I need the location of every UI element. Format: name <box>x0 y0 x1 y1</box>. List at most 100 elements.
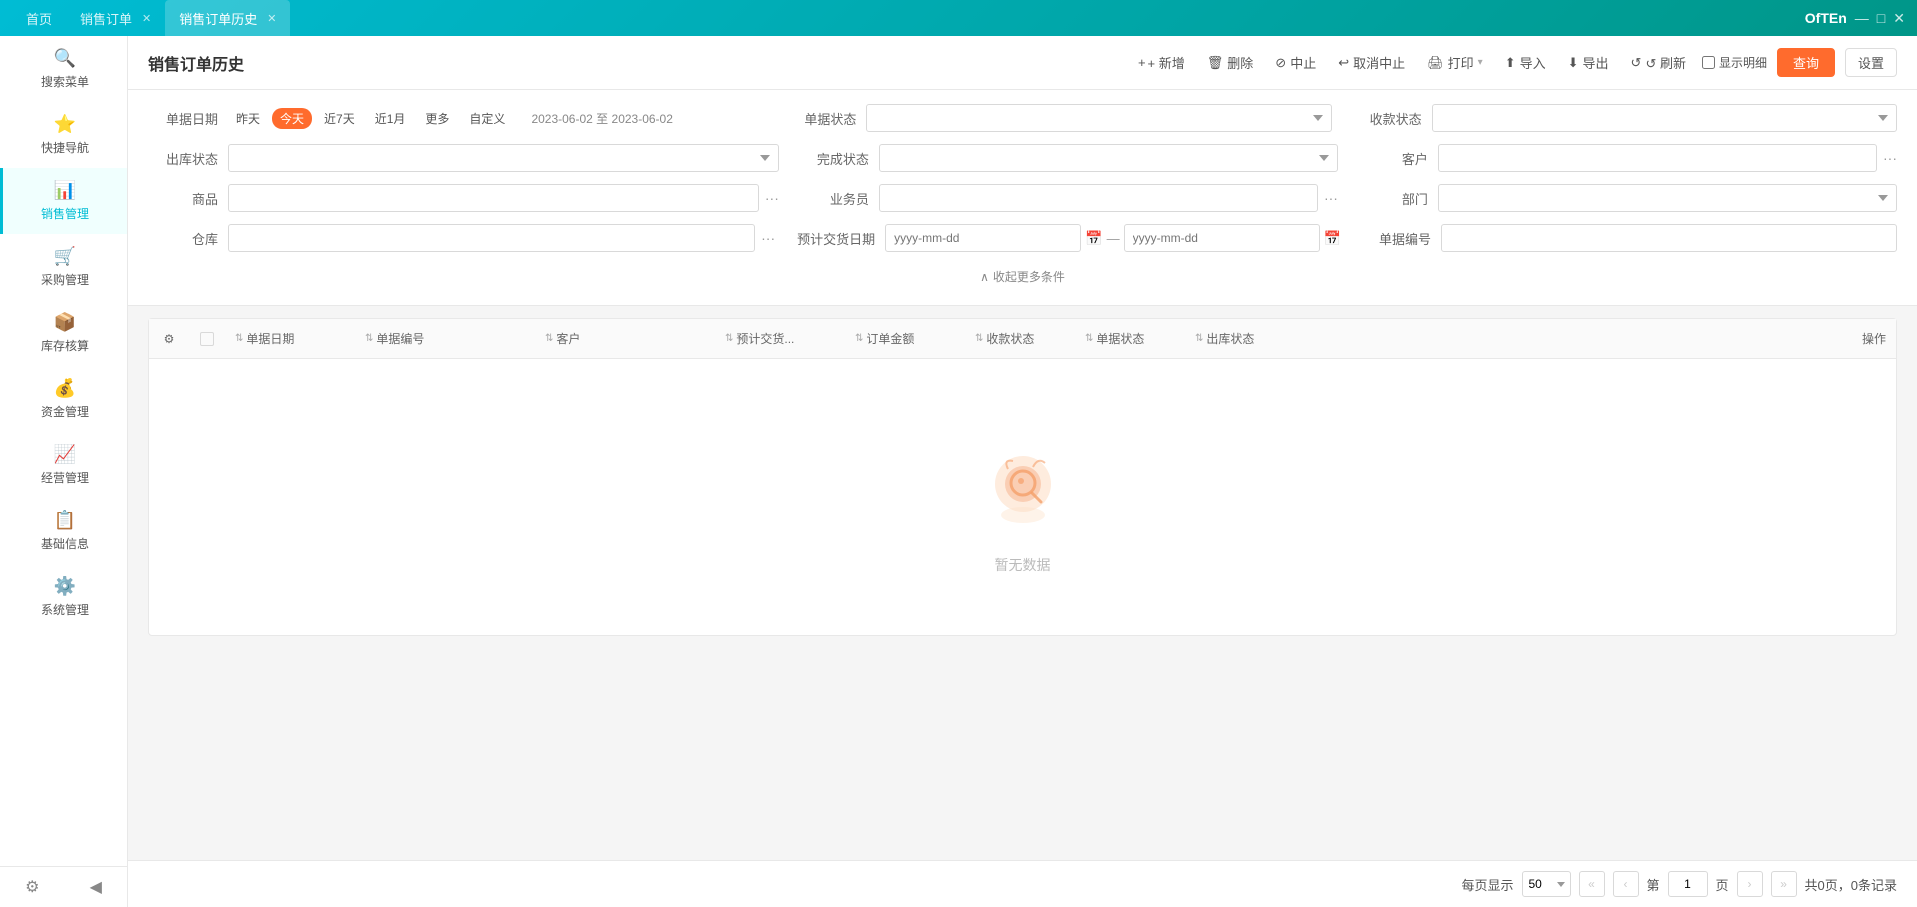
delivery-date-start-input[interactable] <box>885 224 1081 252</box>
tab-home[interactable]: 首页 <box>12 0 66 36</box>
export-button[interactable]: ⬇ 导出 <box>1562 49 1615 76</box>
bill-no-input[interactable] <box>1441 224 1897 252</box>
complete-status-select[interactable] <box>879 144 1338 172</box>
col-check <box>189 332 225 346</box>
col-settings[interactable]: ⚙ <box>149 332 189 346</box>
prev-page-btn[interactable]: ‹ <box>1613 871 1639 897</box>
date-tag-7days[interactable]: 近7天 <box>316 108 363 129</box>
sidebar-icon-stock-calc: 📦 <box>54 312 76 333</box>
tab-sales-history[interactable]: 销售订单历史✕ <box>165 0 290 36</box>
payment-status-select[interactable] <box>1432 104 1897 132</box>
sort-icon-bill[interactable]: ⇅ <box>1085 333 1093 344</box>
goods-dots[interactable]: ··· <box>765 190 779 206</box>
sort-icon-amount[interactable]: ⇅ <box>855 333 863 344</box>
display-detail-toggle[interactable]: 显示明细 <box>1702 54 1767 71</box>
filter-area: 单据日期 昨天 今天 近7天 近1月 更多 自定义 2023-06-02 至 2… <box>128 90 1917 306</box>
date-tag-more[interactable]: 更多 <box>417 108 457 129</box>
salesperson-label: 业务员 <box>799 189 879 208</box>
sort-icon-date[interactable]: ⇅ <box>235 333 243 344</box>
query-button[interactable]: 查询 <box>1777 48 1835 77</box>
print-dropdown-icon[interactable]: ▾ <box>1478 57 1483 68</box>
cancel-stop-icon: ↩ <box>1338 55 1349 71</box>
delivery-date-end-input[interactable] <box>1124 224 1320 252</box>
stock-out-select[interactable] <box>228 144 779 172</box>
tab-label-sales-order: 销售订单 <box>80 9 132 28</box>
sidebar-collapse-icon[interactable]: ◀ <box>90 877 102 897</box>
salesperson-dots[interactable]: ··· <box>1324 190 1338 206</box>
sidebar-item-ops-mgmt[interactable]: 📈 经营管理 <box>0 432 127 498</box>
tab-close-sales-order[interactable]: ✕ <box>142 12 151 25</box>
sidebar-item-sys-mgmt[interactable]: ⚙️ 系统管理 <box>0 564 127 630</box>
sort-icon-delivery[interactable]: ⇅ <box>725 333 733 344</box>
page-label: 第 <box>1647 875 1660 894</box>
date-tag-today[interactable]: 今天 <box>272 108 312 129</box>
tab-close-sales-history[interactable]: ✕ <box>267 12 276 25</box>
window-close[interactable]: ✕ <box>1893 10 1905 27</box>
per-page-select[interactable]: 50 20 100 200 <box>1522 871 1571 897</box>
new-button[interactable]: + + 新增 <box>1132 49 1191 76</box>
sidebar: 🔍 搜索菜单 ⭐ 快捷导航 📊 销售管理 🛒 采购管理 📦 库存核算 💰 资金管… <box>0 36 128 907</box>
warehouse-dots[interactable]: ··· <box>761 230 775 246</box>
salesperson-input[interactable] <box>879 184 1318 212</box>
date-tag-custom[interactable]: 自定义 <box>461 108 513 129</box>
sidebar-label-sales-mgmt: 销售管理 <box>41 205 89 222</box>
payment-status-label: 收款状态 <box>1352 109 1432 128</box>
sidebar-item-sales-mgmt[interactable]: 📊 销售管理 <box>0 168 127 234</box>
tab-sales-order[interactable]: 销售订单 ✕ <box>66 0 165 36</box>
warehouse-label: 仓库 <box>148 229 228 248</box>
bill-date-label: 单据日期 <box>148 109 228 128</box>
delete-button[interactable]: 🗑 删除 <box>1201 49 1260 76</box>
goods-input[interactable] <box>228 184 759 212</box>
settings-gear-icon[interactable]: ⚙ <box>164 332 175 346</box>
customer-dots[interactable]: ··· <box>1883 150 1897 166</box>
window-minimize[interactable]: — <box>1855 10 1869 26</box>
sort-icon-payment[interactable]: ⇅ <box>975 333 983 344</box>
sidebar-item-purchase-mgmt[interactable]: 🛒 采购管理 <box>0 234 127 300</box>
first-page-btn[interactable]: « <box>1579 871 1605 897</box>
filter-row-2: 出库状态 完成状态 客户 ··· <box>148 144 1897 172</box>
last-page-icon: » <box>1780 877 1787 891</box>
sort-icon-customer[interactable]: ⇅ <box>545 333 553 344</box>
sidebar-icon-fund-mgmt: 💰 <box>54 378 76 399</box>
next-page-icon: › <box>1748 877 1752 891</box>
delivery-start-cal-icon[interactable]: 📅 <box>1085 230 1102 247</box>
next-page-btn[interactable]: › <box>1737 871 1763 897</box>
refresh-button[interactable]: ↺ ↺ 刷新 <box>1625 49 1692 76</box>
sidebar-label-purchase-mgmt: 采购管理 <box>41 271 89 288</box>
sidebar-item-quick-nav[interactable]: ⭐ 快捷导航 <box>0 102 127 168</box>
sort-icon-num[interactable]: ⇅ <box>365 333 373 344</box>
tabs-container: 首页销售订单✕销售订单历史✕ <box>12 0 1805 36</box>
sidebar-icon-search-menu: 🔍 <box>54 48 76 69</box>
bill-status-wrapper <box>866 104 1331 132</box>
bill-date-value: 昨天 今天 近7天 近1月 更多 自定义 2023-06-02 至 2023-0… <box>228 108 786 129</box>
date-tag-yesterday[interactable]: 昨天 <box>228 108 268 129</box>
sidebar-item-stock-calc[interactable]: 📦 库存核算 <box>0 300 127 366</box>
sidebar-item-base-info[interactable]: 📋 基础信息 <box>0 498 127 564</box>
settings-button[interactable]: 设置 <box>1845 48 1897 77</box>
cancel-stop-button[interactable]: ↩ 取消中止 <box>1332 49 1411 76</box>
dept-select[interactable] <box>1438 184 1897 212</box>
pagination: 每页显示 50 20 100 200 « ‹ 第 页 › » 共0页，0条记录 <box>128 860 1917 907</box>
sidebar-item-fund-mgmt[interactable]: 💰 资金管理 <box>0 366 127 432</box>
sidebar-settings-icon[interactable]: ⚙ <box>25 877 39 897</box>
last-page-btn[interactable]: » <box>1771 871 1797 897</box>
sort-icon-stock[interactable]: ⇅ <box>1195 333 1203 344</box>
warehouse-value: ··· <box>228 224 775 252</box>
customer-input[interactable] <box>1438 144 1877 172</box>
stop-button[interactable]: ⊘ 中止 <box>1269 49 1322 76</box>
empty-illustration <box>973 439 1073 539</box>
warehouse-input[interactable] <box>228 224 755 252</box>
brand-text: OfTEn <box>1805 10 1847 26</box>
display-detail-checkbox[interactable] <box>1702 56 1715 69</box>
sidebar-item-search-menu[interactable]: 🔍 搜索菜单 <box>0 36 127 102</box>
window-maximize[interactable]: □ <box>1877 10 1885 26</box>
select-all-checkbox[interactable] <box>200 332 214 346</box>
collapse-row[interactable]: ∧ 收起更多条件 <box>148 264 1897 291</box>
current-page-input[interactable] <box>1668 871 1708 897</box>
import-button[interactable]: ⬆ 导入 <box>1499 49 1552 76</box>
bill-status-select[interactable] <box>866 104 1331 132</box>
date-tag-1month[interactable]: 近1月 <box>367 108 414 129</box>
print-button[interactable]: 🖨 打印 ▾ <box>1421 49 1489 76</box>
customer-value: ··· <box>1438 144 1897 172</box>
delivery-end-cal-icon[interactable]: 📅 <box>1324 230 1341 247</box>
